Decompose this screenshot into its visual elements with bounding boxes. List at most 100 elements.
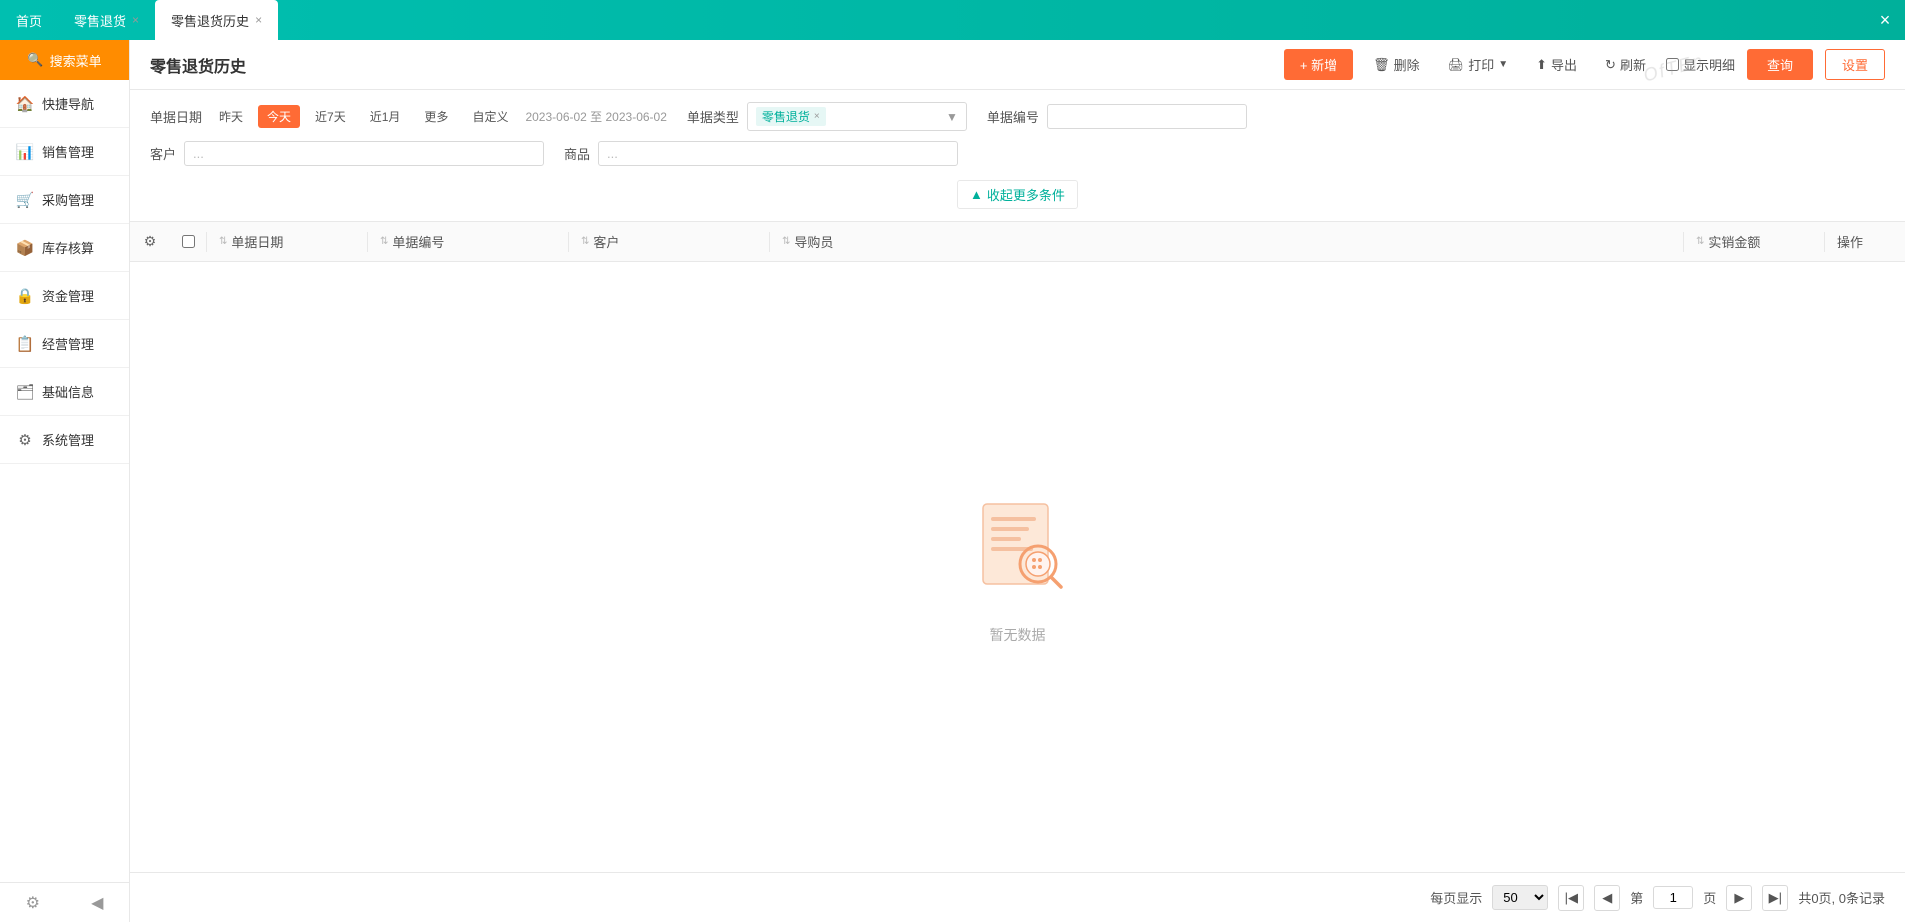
type-tag: 零售退货 ×: [756, 107, 826, 126]
pagination-bar: 每页显示 50 10 20 100 |◀ ◀ 第 页 ▶ ▶| 共0页, 0条记…: [130, 872, 1905, 922]
tab-retail-return-label: 零售退货: [74, 11, 126, 30]
display-toggle-label: 显示明细: [1683, 55, 1735, 74]
page-prev-button[interactable]: ◀: [1594, 885, 1620, 911]
page-next-button[interactable]: ▶: [1726, 885, 1752, 911]
date-btn-yesterday[interactable]: 昨天: [210, 105, 252, 128]
th-customer[interactable]: ⇅ 客户: [569, 232, 769, 251]
table-area: ⚙ ⇅ 单据日期 ⇅ 单据编号 ⇅ 客户: [130, 222, 1905, 872]
th-ops: 操作: [1825, 232, 1905, 251]
customer-filter: 客户 ...: [150, 141, 544, 166]
th-amount[interactable]: ⇅ 实销金额: [1684, 232, 1824, 251]
purchase-icon: 🛒: [16, 191, 34, 209]
export-icon: ⬆: [1536, 57, 1547, 73]
th-guide[interactable]: ⇅ 导购员: [770, 232, 1683, 251]
print-label: 打印: [1468, 55, 1494, 74]
date-btn-7days[interactable]: 近7天: [306, 105, 355, 128]
goods-placeholder: ...: [607, 146, 618, 161]
th-number-label: 单据编号: [392, 232, 444, 251]
date-btn-1month[interactable]: 近1月: [361, 105, 410, 128]
tab-home[interactable]: 首页: [0, 0, 58, 40]
table-header: ⚙ ⇅ 单据日期 ⇅ 单据编号 ⇅ 客户: [130, 222, 1905, 262]
basic-icon: 🗂: [16, 383, 34, 401]
settings-button[interactable]: 设置: [1825, 49, 1885, 80]
goods-filter-label: 商品: [564, 144, 590, 163]
refresh-label: 刷新: [1620, 55, 1646, 74]
delete-label: 删除: [1394, 55, 1420, 74]
th-number[interactable]: ⇅ 单据编号: [368, 232, 568, 251]
number-input[interactable]: [1047, 104, 1247, 129]
filter-row-2: 客户 ... 商品 ...: [150, 141, 1885, 166]
date-range-display: 2023-06-02 至 2023-06-02: [525, 108, 666, 125]
sidebar: 🔍 搜索菜单 🏠 快捷导航 📊 销售管理 🛒 采购管理 📦 库存核算 🔒: [0, 40, 130, 922]
new-button[interactable]: + 新增: [1284, 49, 1353, 80]
empty-text: 暂无数据: [990, 625, 1046, 645]
date-btn-today[interactable]: 今天: [258, 105, 300, 128]
page-input[interactable]: [1653, 886, 1693, 909]
window-close-button[interactable]: ×: [1865, 0, 1905, 40]
sidebar-item-inventory-label: 库存核算: [42, 238, 94, 257]
sidebar-item-purchase-mgmt-label: 采购管理: [42, 190, 94, 209]
tab-retail-return-close[interactable]: ×: [132, 13, 139, 27]
delete-button[interactable]: 🗑 删除: [1365, 51, 1428, 78]
sidebar-item-sys-mgmt[interactable]: ⚙ 系统管理: [0, 416, 129, 464]
page-size-select[interactable]: 50 10 20 100: [1492, 885, 1548, 910]
refresh-button[interactable]: ↻ 刷新: [1597, 51, 1654, 78]
sys-icon: ⚙: [16, 431, 34, 449]
tab-retail-return[interactable]: 零售退货 ×: [58, 0, 155, 40]
sidebar-item-ops-mgmt[interactable]: 📋 经营管理: [0, 320, 129, 368]
tab-retail-return-history[interactable]: 零售退货历史 ×: [155, 0, 278, 40]
print-button[interactable]: 🖨 打印 ▼: [1440, 51, 1516, 78]
sidebar-search-button[interactable]: 🔍 搜索菜单: [0, 40, 129, 80]
sidebar-item-basic-info[interactable]: 🗂 基础信息: [0, 368, 129, 416]
sidebar-item-quick-nav[interactable]: 🏠 快捷导航: [0, 80, 129, 128]
table-settings-icon[interactable]: ⚙: [130, 233, 170, 250]
customer-select[interactable]: ...: [184, 141, 544, 166]
page-first-button[interactable]: |◀: [1558, 885, 1584, 911]
type-select[interactable]: 零售退货 × ▼: [747, 102, 967, 131]
th-customer-sort-icon: ⇅: [581, 236, 589, 247]
filter-area: 单据日期 昨天 今天 近7天 近1月 更多 自定义 2023-06-02 至 2…: [130, 90, 1905, 222]
goods-select[interactable]: ...: [598, 141, 958, 166]
page-last-button[interactable]: ▶|: [1762, 885, 1788, 911]
print-icon: 🖨: [1448, 57, 1465, 73]
sidebar-search-label: 搜索菜单: [50, 51, 102, 70]
export-button[interactable]: ⬆ 导出: [1528, 51, 1585, 78]
content-area: 零售退货历史 + 新增 🗑 删除 🖨 打印 ▼ ⬆ 导出 ↻: [130, 40, 1905, 922]
display-toggle-checkbox[interactable]: [1666, 58, 1679, 71]
main-layout: 🔍 搜索菜单 🏠 快捷导航 📊 销售管理 🛒 采购管理 📦 库存核算 🔒: [0, 40, 1905, 922]
table-select-all[interactable]: [170, 235, 206, 248]
th-ops-label: 操作: [1837, 232, 1863, 251]
type-filter-label: 单据类型: [687, 107, 739, 126]
sidebar-bottom: ⚙ ◀: [0, 882, 129, 922]
sidebar-collapse-button[interactable]: ◀: [91, 893, 103, 913]
goods-filter: 商品 ...: [564, 141, 958, 166]
sidebar-item-finance[interactable]: 🔒 资金管理: [0, 272, 129, 320]
date-btn-more[interactable]: 更多: [415, 105, 457, 128]
sidebar-item-inventory[interactable]: 📦 库存核算: [0, 224, 129, 272]
th-date[interactable]: ⇅ 单据日期: [207, 232, 367, 251]
sidebar-item-sales-mgmt-label: 销售管理: [42, 142, 94, 161]
sidebar-item-sales-mgmt[interactable]: 📊 销售管理: [0, 128, 129, 176]
collapse-filter-button[interactable]: ▲ 收起更多条件: [957, 180, 1078, 209]
finance-icon: 🔒: [16, 287, 34, 305]
display-toggle[interactable]: 显示明细: [1666, 55, 1735, 74]
select-all-checkbox[interactable]: [182, 235, 195, 248]
tab-retail-return-history-close[interactable]: ×: [255, 13, 262, 27]
query-button[interactable]: 查询: [1747, 49, 1813, 80]
collapse-icon: ▲: [970, 187, 983, 202]
table-body: 暂无数据: [130, 262, 1905, 872]
print-arrow-icon: ▼: [1498, 59, 1508, 70]
type-tag-close[interactable]: ×: [814, 111, 820, 122]
sidebar-menu: 🏠 快捷导航 📊 销售管理 🛒 采购管理 📦 库存核算 🔒 资金管理 📋: [0, 80, 129, 882]
page-prefix: 第: [1630, 888, 1643, 907]
sidebar-settings-button[interactable]: ⚙: [26, 893, 40, 913]
export-label: 导出: [1551, 55, 1577, 74]
number-filter: 单据编号: [987, 104, 1247, 129]
customer-placeholder: ...: [193, 146, 204, 161]
sidebar-item-purchase-mgmt[interactable]: 🛒 采购管理: [0, 176, 129, 224]
date-btn-custom[interactable]: 自定义: [463, 105, 517, 128]
header-actions: + 新增 🗑 删除 🖨 打印 ▼ ⬆ 导出 ↻ 刷新: [1284, 49, 1885, 80]
type-select-arrow: ▼: [946, 110, 958, 124]
tab-home-label: 首页: [16, 11, 42, 30]
search-icon: 🔍: [27, 52, 43, 68]
